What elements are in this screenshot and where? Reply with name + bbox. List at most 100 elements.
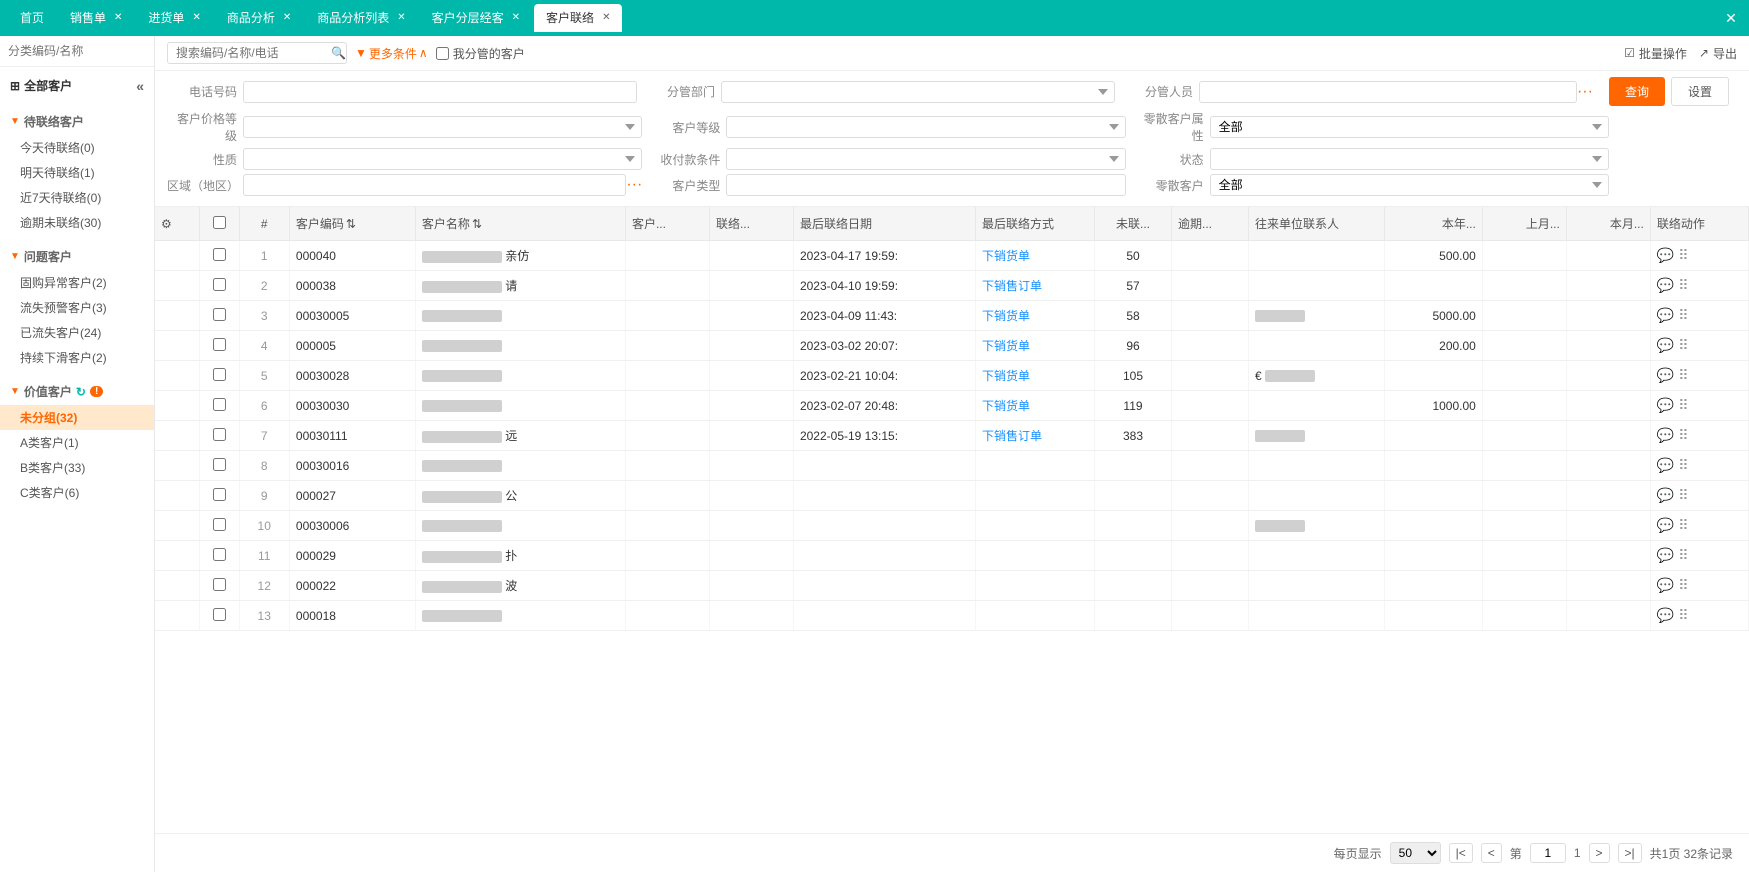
nav-tab-purchase[interactable]: 进货单 ✕ [136, 4, 212, 32]
last-method-link[interactable]: 下销货单 [982, 309, 1030, 323]
filter-search-box[interactable]: 🔍 [167, 42, 347, 64]
close-customer-segment-tab[interactable]: ✕ [512, 4, 520, 32]
my-customers-checkbox-input[interactable] [436, 47, 449, 60]
more-icon[interactable]: ⠿ [1678, 517, 1688, 534]
table-name-header[interactable]: 客户名称 ⇅ [415, 207, 625, 241]
export-button[interactable]: ↗ 导出 [1699, 45, 1737, 62]
close-customer-contact-tab[interactable]: ✕ [602, 4, 610, 32]
first-page-button[interactable]: |< [1449, 843, 1473, 863]
nav-tab-customer-contact[interactable]: 客户联络 ✕ [534, 4, 622, 32]
close-sales-tab[interactable]: ✕ [114, 4, 122, 32]
more-icon[interactable]: ⠿ [1678, 367, 1688, 384]
chat-icon[interactable]: 💬 [1657, 517, 1674, 534]
close-purchase-tab[interactable]: ✕ [192, 4, 200, 32]
close-product-analysis-list-tab[interactable]: ✕ [397, 4, 405, 32]
row-checkbox[interactable] [213, 248, 226, 261]
sidebar-item-abnormal[interactable]: 固购异常客户(2) [0, 270, 154, 295]
row-checkbox[interactable] [213, 398, 226, 411]
nav-tab-sales[interactable]: 销售单 ✕ [58, 4, 134, 32]
row-checkbox[interactable] [213, 308, 226, 321]
region-more-icon[interactable]: ··· [626, 177, 642, 193]
nav-tab-product-analysis-list[interactable]: 商品分析列表 ✕ [305, 4, 417, 32]
row-check-cell[interactable] [200, 391, 239, 421]
sidebar-item-today-pending[interactable]: 今天待联络(0) [0, 135, 154, 160]
sidebar-search-input[interactable] [8, 44, 155, 58]
next-page-button[interactable]: > [1589, 843, 1610, 863]
row-check-cell[interactable] [200, 571, 239, 601]
search-icon[interactable]: 🔍 [331, 46, 346, 60]
row-checkbox[interactable] [213, 338, 226, 351]
problem-group-title[interactable]: ▼ 问题客户 [0, 243, 154, 270]
sidebar-item-class-a[interactable]: A类客户(1) [0, 430, 154, 455]
more-icon[interactable]: ⠿ [1678, 487, 1688, 504]
row-checkbox[interactable] [213, 428, 226, 441]
more-icon[interactable]: ⠿ [1678, 457, 1688, 474]
more-icon[interactable]: ⠿ [1678, 277, 1688, 294]
per-page-select[interactable]: 50 100 200 [1390, 842, 1441, 864]
more-icon[interactable]: ⠿ [1678, 307, 1688, 324]
filter-search-input[interactable] [176, 46, 331, 60]
page-input[interactable] [1530, 843, 1566, 863]
chat-icon[interactable]: 💬 [1657, 577, 1674, 594]
more-icon[interactable]: ⠿ [1678, 337, 1688, 354]
chat-icon[interactable]: 💬 [1657, 607, 1674, 624]
nature-select[interactable] [243, 148, 642, 170]
row-check-cell[interactable] [200, 301, 239, 331]
chat-icon[interactable]: 💬 [1657, 277, 1674, 294]
sidebar-item-churned[interactable]: 已流失客户(24) [0, 320, 154, 345]
retail-attr-select[interactable]: 全部 [1210, 116, 1609, 138]
value-group-title[interactable]: ▼ 价值客户 ↻ ! [0, 378, 154, 405]
window-close-button[interactable]: ✕ [1721, 8, 1741, 28]
chat-icon[interactable]: 💬 [1657, 247, 1674, 264]
more-icon[interactable]: ⠿ [1678, 247, 1688, 264]
reset-button[interactable]: 设置 [1671, 77, 1729, 106]
sidebar-item-churn-warning[interactable]: 流失预警客户(3) [0, 295, 154, 320]
table-check-header[interactable] [200, 207, 239, 241]
more-icon[interactable]: ⠿ [1678, 397, 1688, 414]
payment-select[interactable] [726, 148, 1125, 170]
customer-level-select[interactable] [726, 116, 1125, 138]
last-page-button[interactable]: >| [1618, 843, 1642, 863]
dept-select[interactable] [721, 81, 1115, 103]
chat-icon[interactable]: 💬 [1657, 367, 1674, 384]
row-check-cell[interactable] [200, 331, 239, 361]
last-method-link[interactable]: 下销货单 [982, 369, 1030, 383]
sidebar-item-tomorrow-pending[interactable]: 明天待联络(1) [0, 160, 154, 185]
region-input[interactable] [243, 174, 626, 196]
row-check-cell[interactable] [200, 421, 239, 451]
sidebar-item-class-c[interactable]: C类客户(6) [0, 480, 154, 505]
sidebar-search-box[interactable]: 🔍 [0, 36, 154, 67]
filter-more-conditions[interactable]: ▼ 更多条件 ∧ [355, 45, 428, 62]
chat-icon[interactable]: 💬 [1657, 307, 1674, 324]
sidebar-item-overdue-pending[interactable]: 逾期未联络(30) [0, 210, 154, 235]
manager-more-icon[interactable]: ··· [1577, 84, 1593, 100]
row-checkbox[interactable] [213, 608, 226, 621]
row-check-cell[interactable] [200, 451, 239, 481]
prev-page-button[interactable]: < [1481, 843, 1502, 863]
phone-input[interactable] [243, 81, 637, 103]
sidebar-item-class-b[interactable]: B类客户(33) [0, 455, 154, 480]
chat-icon[interactable]: 💬 [1657, 337, 1674, 354]
last-method-link[interactable]: 下销售订单 [982, 279, 1042, 293]
sidebar-item-declining[interactable]: 持续下滑客户(2) [0, 345, 154, 370]
sidebar-item-ungrouped[interactable]: 未分组(32) [0, 405, 154, 430]
more-icon[interactable]: ⠿ [1678, 547, 1688, 564]
price-level-select[interactable] [243, 116, 642, 138]
query-button[interactable]: 查询 [1609, 77, 1665, 106]
sidebar-item-7days-pending[interactable]: 近7天待联络(0) [0, 185, 154, 210]
last-method-link[interactable]: 下销货单 [982, 399, 1030, 413]
row-checkbox[interactable] [213, 488, 226, 501]
chat-icon[interactable]: 💬 [1657, 397, 1674, 414]
row-check-cell[interactable] [200, 271, 239, 301]
reload-icon[interactable]: ↻ [76, 385, 86, 399]
chat-icon[interactable]: 💬 [1657, 487, 1674, 504]
more-icon[interactable]: ⠿ [1678, 427, 1688, 444]
row-checkbox[interactable] [213, 368, 226, 381]
table-code-header[interactable]: 客户编码 ⇅ [289, 207, 415, 241]
more-icon[interactable]: ⠿ [1678, 607, 1688, 624]
close-product-analysis-tab[interactable]: ✕ [283, 4, 291, 32]
row-check-cell[interactable] [200, 361, 239, 391]
chat-icon[interactable]: 💬 [1657, 427, 1674, 444]
last-method-link[interactable]: 下销货单 [982, 339, 1030, 353]
my-customers-checkbox[interactable]: 我分管的客户 [436, 45, 525, 62]
